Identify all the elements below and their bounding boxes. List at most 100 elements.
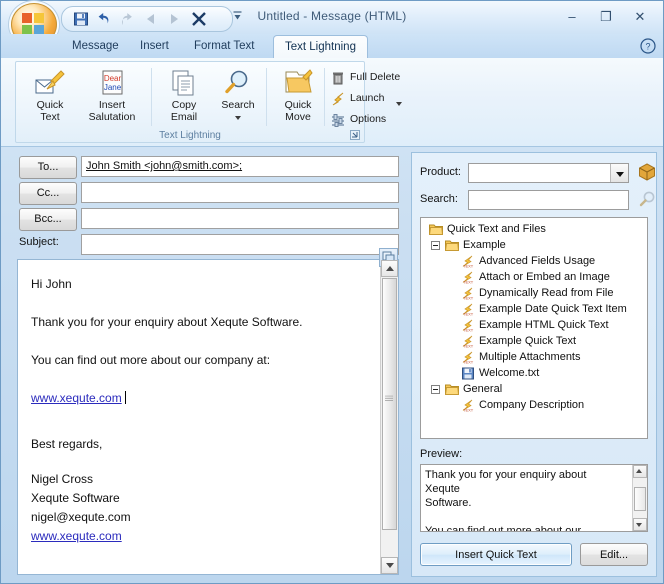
ribbon-button-search[interactable]: Search: [210, 66, 266, 126]
quick-text-item-icon: TEXT: [461, 303, 475, 317]
tree-node-label: Attach or Embed an Image: [479, 271, 610, 283]
close-button[interactable]: ✕: [627, 9, 653, 25]
tab-message[interactable]: Message: [61, 36, 130, 58]
scroll-up-button[interactable]: [381, 260, 398, 277]
scroll-thumb[interactable]: [382, 278, 397, 530]
search-row: Search:: [420, 190, 655, 211]
tree-node[interactable]: Quick Text and Files: [425, 222, 647, 238]
search-label: Search:: [420, 193, 458, 205]
signature-link[interactable]: www.xequte.com: [31, 527, 376, 546]
ribbon-button-quick-text[interactable]: Quick Text: [22, 66, 78, 126]
body-paragraph-1: Thank you for your enquiry about Xequte …: [31, 315, 303, 329]
cc-field[interactable]: [81, 182, 399, 203]
search-dropdown-caret[interactable]: [210, 111, 266, 123]
to-field[interactable]: John Smith <john@smith.com>;: [81, 156, 399, 177]
text-caret: [124, 391, 126, 404]
tree-node[interactable]: TEXT Multiple Attachments: [425, 350, 647, 366]
ribbon: Quick Text Dear Jane Insert Salutation C…: [1, 58, 663, 147]
svg-text:?: ?: [645, 42, 650, 52]
ribbon-button-label: Full Delete: [350, 71, 401, 83]
tree-node[interactable]: TEXT Example Date Quick Text Item: [425, 302, 647, 318]
body-link-1[interactable]: www.xequte.com: [31, 391, 122, 405]
tab-format-text[interactable]: Format Text: [183, 36, 266, 58]
tree-node-label: Example: [463, 239, 506, 251]
scroll-down-button[interactable]: [381, 557, 398, 574]
tree-node-label: Example HTML Quick Text: [479, 319, 609, 331]
restore-button[interactable]: ❐: [593, 9, 619, 25]
ribbon-button-insert-salutation[interactable]: Dear Jane Insert Salutation: [76, 66, 148, 126]
tree-node[interactable]: TEXT Dynamically Read from File: [425, 286, 647, 302]
body-greeting: Hi John: [31, 277, 72, 291]
preview-scroll-up-button[interactable]: [633, 465, 647, 478]
launch-dropdown-caret[interactable]: [396, 97, 402, 109]
preview-scroll-down-button[interactable]: [633, 518, 647, 531]
ribbon-group-text-lightning: Quick Text Dear Jane Insert Salutation C…: [15, 61, 402, 143]
bcc-field[interactable]: [81, 208, 399, 229]
quick-text-tree[interactable]: Quick Text and Files Example TEXT Advanced …: [420, 217, 648, 439]
package-icon[interactable]: [638, 163, 656, 181]
tree-node-label: Welcome.txt: [479, 367, 540, 379]
grip-icon: [385, 395, 394, 401]
tree-expander-icon[interactable]: [431, 385, 440, 394]
cc-button[interactable]: Cc...: [19, 182, 77, 205]
body-closing: Best regards,: [31, 437, 103, 451]
tree-node[interactable]: General: [425, 382, 647, 398]
subject-row: Subject:: [9, 234, 405, 258]
to-button[interactable]: To...: [19, 156, 77, 179]
preview-box[interactable]: Thank you for your enquiry about Xequte …: [420, 464, 648, 532]
svg-text:TEXT: TEXT: [463, 408, 474, 413]
body-vertical-scrollbar[interactable]: [379, 248, 398, 574]
tree-node[interactable]: TEXT Attach or Embed an Image: [425, 270, 647, 286]
minimize-button[interactable]: –: [559, 9, 585, 25]
signature-name: Nigel Cross: [31, 472, 94, 486]
bcc-button[interactable]: Bcc...: [19, 208, 77, 231]
edit-button[interactable]: Edit...: [580, 543, 648, 566]
to-row: To... John Smith <john@smith.com>;: [9, 156, 405, 180]
help-icon[interactable]: ?: [640, 38, 656, 54]
svg-text:TEXT: TEXT: [463, 328, 474, 333]
tree-node[interactable]: TEXT Example Quick Text: [425, 334, 647, 350]
tree-expander-icon[interactable]: [431, 241, 440, 250]
product-combobox[interactable]: [468, 163, 629, 183]
quick-text-item-icon: TEXT: [461, 351, 475, 365]
tab-text-lightning[interactable]: Text Lightning: [273, 35, 368, 60]
tab-insert[interactable]: Insert: [129, 36, 180, 58]
magnifier-icon[interactable]: [638, 190, 656, 208]
ribbon-separator-2: [266, 68, 267, 126]
tree-node-label: Quick Text and Files: [447, 223, 546, 235]
quick-text-item-icon: TEXT: [461, 319, 475, 333]
tree-node[interactable]: TEXT Advanced Fields Usage: [425, 254, 647, 270]
svg-text:TEXT: TEXT: [463, 360, 474, 365]
ribbon-button-quick-move[interactable]: Quick Move: [270, 66, 326, 126]
body-paragraph-2: You can find out more about our company …: [31, 353, 271, 367]
insert-quick-text-button[interactable]: Insert Quick Text: [420, 543, 572, 566]
ribbon-button-label2: Move: [285, 111, 311, 123]
to-recipient-value: John Smith <john@smith.com>;: [86, 160, 243, 172]
quick-move-icon: [281, 68, 315, 98]
tree-node[interactable]: Welcome.txt: [425, 366, 647, 382]
tree-node[interactable]: TEXT Example HTML Quick Text: [425, 318, 647, 334]
preview-scrollbar[interactable]: [632, 465, 647, 531]
quick-text-item-icon: TEXT: [461, 271, 475, 285]
folder-icon: [428, 223, 444, 236]
trash-icon: [333, 72, 343, 85]
chevron-down-icon[interactable]: [610, 164, 628, 182]
subject-field[interactable]: [81, 234, 399, 255]
svg-text:TEXT: TEXT: [463, 264, 474, 269]
ribbon-button-label: Copy: [171, 99, 197, 111]
insert-salutation-icon: Dear Jane: [95, 68, 129, 98]
arrow-up-icon: [386, 266, 394, 271]
preview-scroll-thumb[interactable]: [634, 487, 646, 511]
message-body-editor[interactable]: Hi John Thank you for your enquiry about…: [18, 260, 376, 574]
svg-text:TEXT: TEXT: [463, 280, 474, 285]
folder-icon: [444, 383, 460, 396]
tree-node[interactable]: TEXT Company Description: [425, 398, 647, 414]
dialog-launcher-icon[interactable]: [350, 130, 360, 140]
ribbon-button-label2: Salutation: [88, 111, 136, 123]
search-input[interactable]: [468, 190, 629, 210]
folder-icon: [444, 239, 460, 252]
tree-node[interactable]: Example: [425, 238, 647, 254]
quick-text-item-icon: TEXT: [461, 255, 475, 269]
ribbon-button-copy-email[interactable]: Copy Email: [156, 66, 212, 126]
tree-node-label: Company Description: [479, 399, 585, 411]
